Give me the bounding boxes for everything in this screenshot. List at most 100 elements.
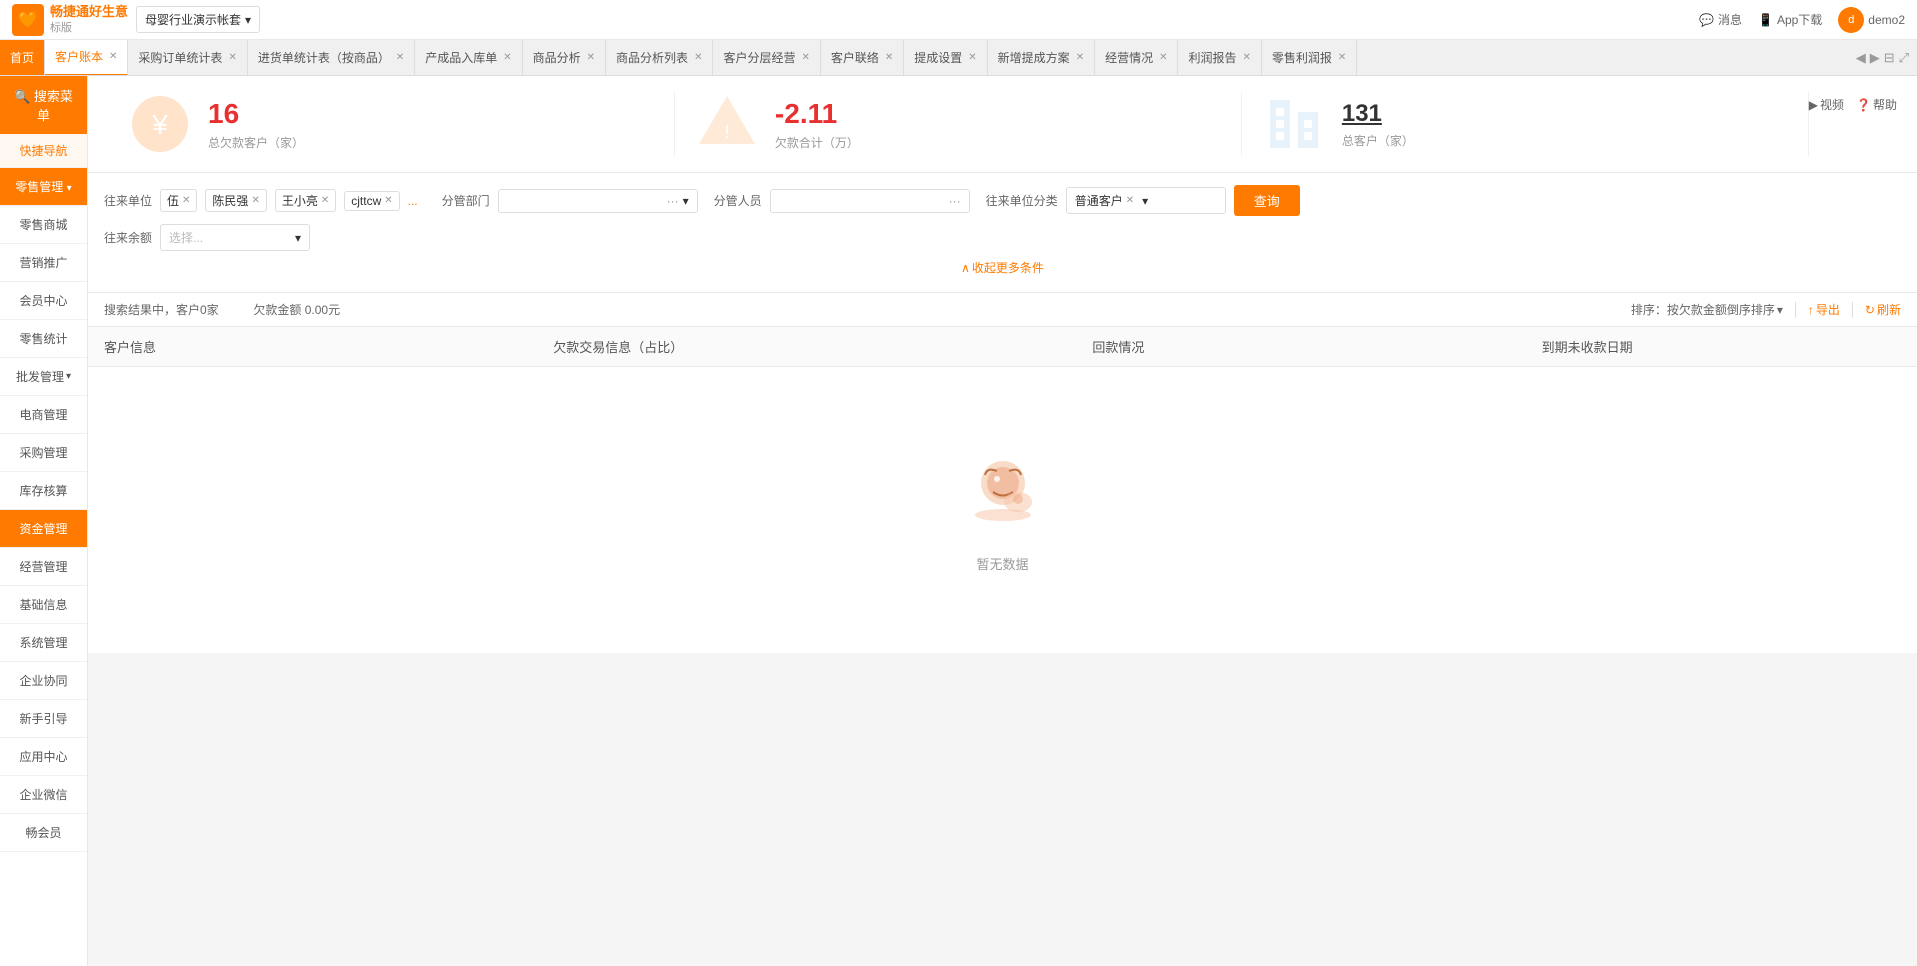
sidebar-item-beginner[interactable]: 新手引导: [0, 700, 87, 738]
balance-label: 往来余额: [104, 229, 152, 246]
close-icon[interactable]: ✕: [1243, 52, 1251, 63]
filter-tag-unit4[interactable]: cjttcw ✕: [344, 191, 399, 211]
video-link[interactable]: ▶ 视频: [1809, 96, 1844, 113]
sidebar-item-mall[interactable]: 零售商城: [0, 206, 87, 244]
question-icon: ❓: [1856, 98, 1871, 112]
chevron-down-icon: ▾: [1777, 303, 1783, 317]
collapse-btn[interactable]: ∧ 收起更多条件: [961, 259, 1044, 276]
account-selector[interactable]: 母婴行业演示帐套 ▾: [136, 6, 260, 33]
tab-goods-analysis[interactable]: 商品分析 ✕: [523, 40, 606, 76]
export-icon: ↑: [1808, 303, 1814, 317]
sidebar-item-inventory[interactable]: 库存核算: [0, 472, 87, 510]
remove-unit4-icon[interactable]: ✕: [384, 195, 392, 206]
sidebar-item-wholesale[interactable]: 批发管理 ▾: [0, 358, 87, 396]
export-btn[interactable]: ↑ 导出: [1808, 301, 1840, 318]
logo-area: 🧡 畅捷通好生意 标版: [12, 4, 128, 36]
refresh-btn[interactable]: ↻ 刷新: [1865, 301, 1901, 318]
close-icon[interactable]: ✕: [694, 52, 702, 63]
close-icon[interactable]: ✕: [587, 52, 595, 63]
table-area: 搜索结果中，客户0家 欠款金额 0.00元 排序：按欠款金额倒序排序 ▾ ↑ 导…: [88, 293, 1917, 653]
sidebar-item-marketing[interactable]: 营销推广: [0, 244, 87, 282]
remove-unit1-icon[interactable]: ✕: [182, 195, 190, 206]
chevron-icon: ▾: [67, 183, 72, 194]
person-select[interactable]: ···: [770, 189, 970, 213]
sidebar-item-ecommerce[interactable]: 电商管理: [0, 396, 87, 434]
tab-retail-profit-label: 零售利润报: [1272, 49, 1332, 66]
close-icon[interactable]: ✕: [109, 51, 117, 62]
close-icon[interactable]: ✕: [1338, 52, 1346, 63]
sidebar-item-member[interactable]: 会员中心: [0, 282, 87, 320]
card2-value: -2.11: [775, 98, 859, 130]
sidebar-item-retail[interactable]: 零售管理 ▾: [0, 168, 87, 206]
close-icon[interactable]: ✕: [1159, 52, 1167, 63]
sidebar-item-retail-stats[interactable]: 零售统计: [0, 320, 87, 358]
refresh-icon: ↻: [1865, 303, 1875, 317]
query-button[interactable]: 查询: [1234, 185, 1300, 216]
divider: [1852, 302, 1853, 318]
tab-home-label: 首页: [10, 49, 34, 66]
sidebar-item-vip[interactable]: 畅会员: [0, 814, 87, 852]
sidebar-item-app-center[interactable]: 应用中心: [0, 738, 87, 776]
message-btn[interactable]: 💬 消息: [1699, 11, 1742, 28]
sidebar-item-enterprise-coop[interactable]: 企业协同: [0, 662, 87, 700]
sidebar-ecommerce-label: 电商管理: [19, 408, 67, 422]
filter-more-units[interactable]: ...: [408, 194, 418, 208]
tab-cost-inbound[interactable]: 产成品入库单 ✕: [415, 40, 522, 76]
card1-value: 16: [208, 98, 304, 130]
tab-scroll-right[interactable]: ▶: [1870, 50, 1880, 66]
card2-info: -2.11 欠款合计（万）: [775, 98, 859, 151]
close-icon[interactable]: ✕: [1076, 52, 1084, 63]
sidebar-search[interactable]: 🔍 搜索菜单: [0, 76, 87, 134]
tab-retail-profit[interactable]: 零售利润报 ✕: [1262, 40, 1357, 76]
sidebar-item-purchase[interactable]: 采购管理: [0, 434, 87, 472]
sidebar-item-system[interactable]: 系统管理: [0, 624, 87, 662]
tab-expand[interactable]: ⤢: [1899, 50, 1909, 66]
close-icon[interactable]: ✕: [885, 52, 893, 63]
tab-new-boost[interactable]: 新增提成方案 ✕: [988, 40, 1095, 76]
close-icon[interactable]: ✕: [396, 52, 404, 63]
remove-unit3-icon[interactable]: ✕: [321, 195, 329, 206]
tab-profit-report[interactable]: 利润报告 ✕: [1178, 40, 1261, 76]
app-download-btn[interactable]: 📱 App下载: [1758, 11, 1822, 28]
tab-customer-capital[interactable]: 客户账本 ✕: [45, 40, 128, 76]
tab-customer-capital-label: 客户账本: [55, 48, 103, 65]
remove-category-icon[interactable]: ✕: [1126, 195, 1134, 206]
sidebar-item-enterprise-wechat[interactable]: 企业微信: [0, 776, 87, 814]
filter-tag-unit1[interactable]: 伍 ✕: [160, 189, 197, 212]
tab-goods-list[interactable]: 商品分析列表 ✕: [606, 40, 713, 76]
divider: [1795, 302, 1796, 318]
category-select[interactable]: 普通客户 ✕ ▾: [1066, 187, 1226, 214]
dept-select[interactable]: ··· ▾: [498, 189, 698, 213]
main-layout: 🔍 搜索菜单 快捷导航 零售管理 ▾ 零售商城 营销推广 会员中心 零售统计 批…: [0, 76, 1917, 966]
tab-purchase-order[interactable]: 采购订单统计表 ✕: [128, 40, 247, 76]
close-icon[interactable]: ✕: [228, 52, 236, 63]
close-icon[interactable]: ✕: [801, 52, 809, 63]
sidebar-item-finance[interactable]: 资金管理: [0, 510, 87, 548]
help-link[interactable]: ❓ 帮助: [1856, 96, 1897, 113]
filter-tag-category[interactable]: 普通客户 ✕: [1075, 192, 1134, 209]
filter-tag-unit3[interactable]: 王小亮 ✕: [275, 189, 336, 212]
tab-boost-settings[interactable]: 提成设置 ✕: [904, 40, 987, 76]
sidebar-item-basic-info[interactable]: 基础信息: [0, 586, 87, 624]
tab-operations[interactable]: 经营情况 ✕: [1095, 40, 1178, 76]
nav-tab-controls: ◀ ▶ ⊟ ⤢: [1848, 50, 1917, 66]
top-bar-right: 💬 消息 📱 App下载 d demo2: [1699, 7, 1905, 33]
tab-customer-contact[interactable]: 客户联络 ✕: [821, 40, 904, 76]
filter-tag-unit2[interactable]: 陈民强 ✕: [205, 189, 266, 212]
sidebar-item-operations[interactable]: 经营管理: [0, 548, 87, 586]
quick-nav[interactable]: 快捷导航: [0, 134, 87, 168]
remove-unit2-icon[interactable]: ✕: [251, 195, 259, 206]
tab-customer-tier[interactable]: 客户分层经营 ✕: [713, 40, 820, 76]
balance-select[interactable]: 选择... ▾: [160, 224, 310, 251]
user-menu[interactable]: d demo2: [1838, 7, 1905, 33]
close-icon[interactable]: ✕: [968, 52, 976, 63]
sort-select[interactable]: 排序：按欠款金额倒序排序 ▾: [1631, 301, 1783, 318]
close-icon[interactable]: ✕: [503, 52, 511, 63]
sidebar-marketing-label: 营销推广: [19, 256, 67, 270]
tab-minimize[interactable]: ⊟: [1884, 50, 1895, 66]
unit-label: 往来单位: [104, 192, 152, 209]
tab-inbound-stats[interactable]: 进货单统计表（按商品） ✕: [248, 40, 415, 76]
tab-home[interactable]: 首页: [0, 40, 45, 76]
tab-goods-list-label: 商品分析列表: [616, 49, 688, 66]
tab-scroll-left[interactable]: ◀: [1856, 50, 1866, 66]
